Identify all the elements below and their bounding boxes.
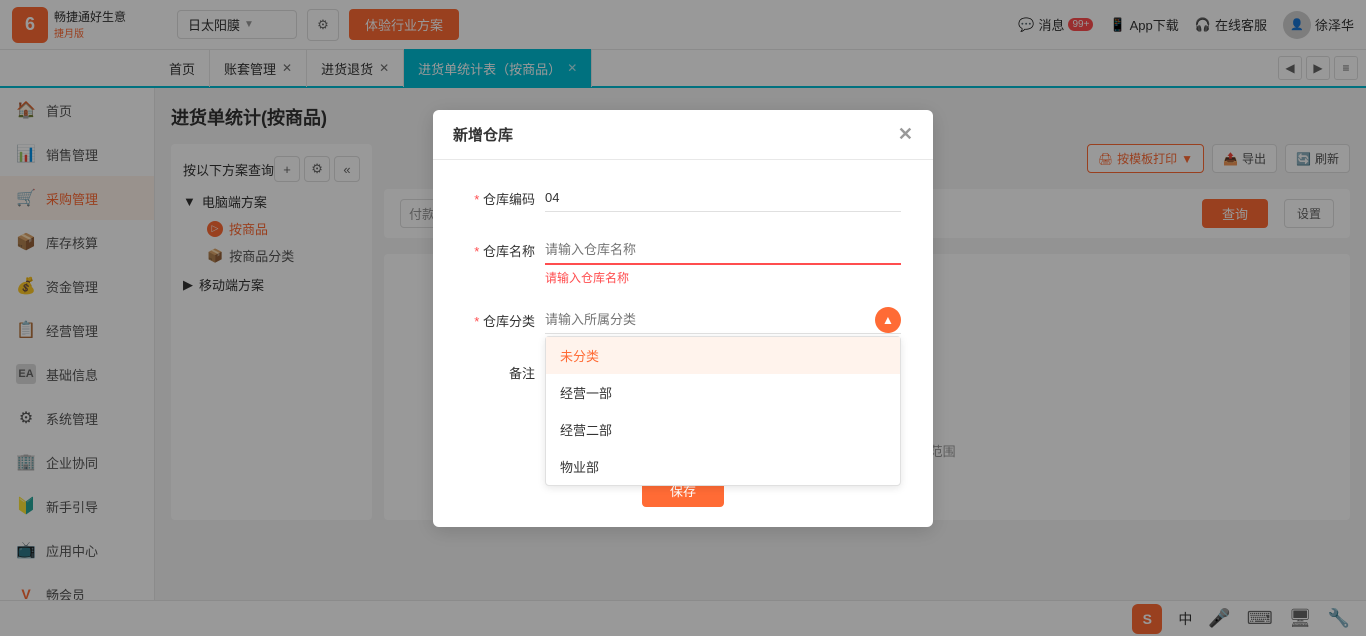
modal-close-button[interactable]: ✕ [898,125,913,143]
category-dropdown-arrow[interactable]: ▲ [875,307,901,333]
name-error-text: 请输入仓库名称 [545,269,901,286]
warehouse-code-input[interactable] [545,184,901,212]
dropdown-item-dept1[interactable]: 经营一部 [546,374,900,411]
form-row-name: * 仓库名称 请输入仓库名称 [465,236,901,286]
modal-title: 新增仓库 [453,124,513,145]
form-row-code: * 仓库编码 [465,184,901,216]
dropdown-item-unclassified[interactable]: 未分类 [546,337,900,374]
dropdown-item-dept2[interactable]: 经营二部 [546,411,900,448]
modal-body: * 仓库编码 * 仓库名称 请输入仓库名称 * [433,160,933,462]
dropdown-item-dept3[interactable]: 物业部 [546,448,900,485]
category-select-wrapper: ▲ 未分类 经营一部 经营二部 物业部 [545,306,901,334]
warehouse-name-input[interactable] [545,236,901,265]
modal-overlay: 新增仓库 ✕ * 仓库编码 * 仓库名称 请输入仓库名称 [0,0,1366,636]
category-dropdown-list: 未分类 经营一部 经营二部 物业部 [545,336,901,486]
name-label: * 仓库名称 [465,236,545,268]
category-input[interactable] [545,306,901,334]
add-warehouse-modal: 新增仓库 ✕ * 仓库编码 * 仓库名称 请输入仓库名称 [433,110,933,527]
remark-label: 备注 [465,358,545,390]
category-label: * 仓库分类 [465,306,545,338]
modal-header: 新增仓库 ✕ [433,110,933,160]
code-label: * 仓库编码 [465,184,545,216]
form-row-category: * 仓库分类 ▲ 未分类 经营一部 经营二部 物业部 [465,306,901,338]
name-field-wrapper: 请输入仓库名称 [545,236,901,286]
